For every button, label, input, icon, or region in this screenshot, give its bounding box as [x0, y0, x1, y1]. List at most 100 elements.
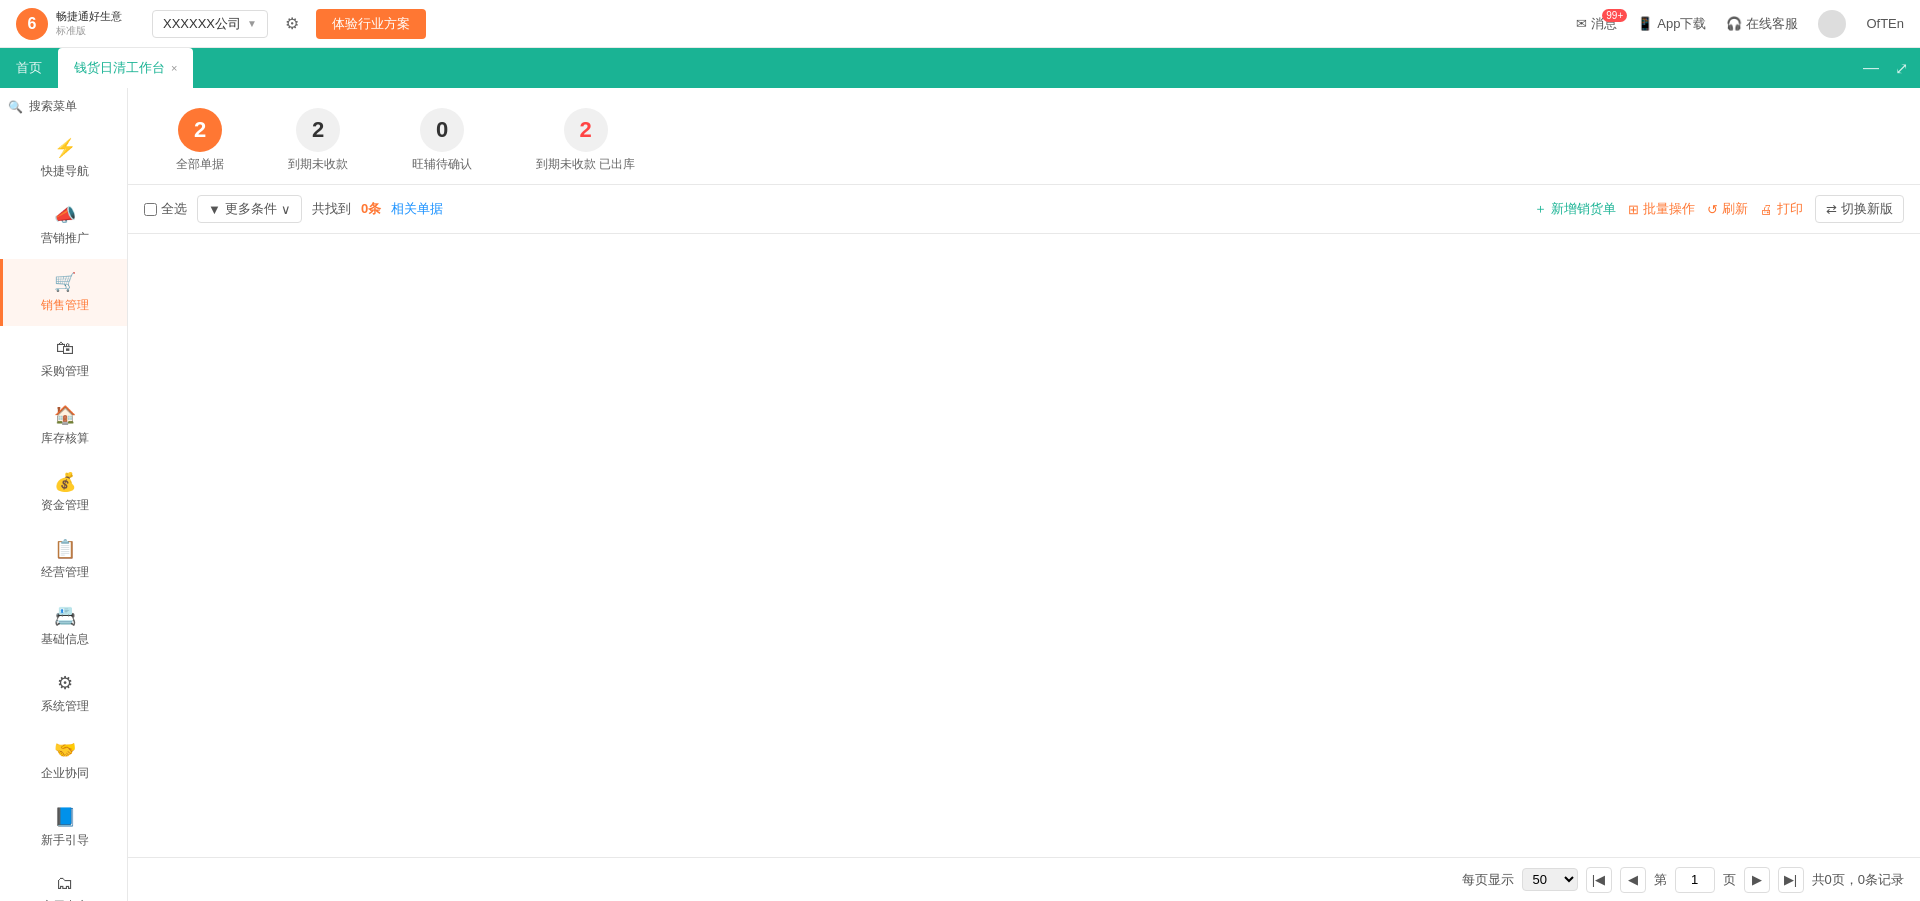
filter-chevron: ∨ [281, 202, 291, 217]
basic-info-icon: 📇 [54, 605, 76, 627]
sidebar-label-inventory: 库存核算 [41, 430, 89, 447]
switch-version-btn[interactable]: ⇄ 切换新版 [1815, 195, 1904, 223]
finance-icon: 💰 [54, 471, 76, 493]
logo-version: 标准版 [56, 24, 122, 38]
minimize-tab-btn[interactable]: — [1859, 55, 1883, 81]
first-page-btn[interactable]: |◀ [1586, 867, 1612, 893]
sidebar-item-finance[interactable]: 💰 资金管理 [0, 459, 127, 526]
avatar[interactable] [1818, 10, 1846, 38]
sidebar-item-enterprise[interactable]: 🤝 企业协同 [0, 727, 127, 794]
nav-tabs: 首页 钱货日清工作台 × — ⤢ [0, 48, 1920, 88]
table-area [128, 234, 1920, 857]
next-page-btn[interactable]: ▶ [1744, 867, 1770, 893]
top-header: 6 畅捷通好生意 标准版 XXXXXX公司 ▼ ⚙ 体验行业方案 ✉ 消息 99… [0, 0, 1920, 48]
online-service-btn[interactable]: 🎧 在线客服 [1726, 15, 1798, 33]
select-all-input[interactable] [144, 203, 157, 216]
stat-tab-all[interactable]: 2 全部单据 [144, 100, 256, 184]
found-suffix[interactable]: 相关单据 [391, 200, 443, 218]
sidebar-item-app-center[interactable]: 🗂 应用中心 [0, 861, 127, 901]
switch-label: 切换新版 [1841, 200, 1893, 218]
add-btn-label: 新增销货单 [1551, 200, 1616, 218]
sidebar-label-guide: 新手引导 [41, 832, 89, 849]
refresh-btn[interactable]: ↺ 刷新 [1707, 200, 1748, 218]
sidebar-label-enterprise: 企业协同 [41, 765, 89, 782]
inventory-icon: 🏠 [54, 404, 76, 426]
chevron-down-icon: ▼ [247, 18, 257, 29]
stat-label-all: 全部单据 [176, 156, 224, 173]
select-all-checkbox[interactable]: 全选 [144, 200, 187, 218]
expand-tab-btn[interactable]: ⤢ [1891, 55, 1912, 82]
filter-button[interactable]: ▼ 更多条件 ∨ [197, 195, 302, 223]
sidebar-label-finance: 资金管理 [41, 497, 89, 514]
found-prefix: 共找到 [312, 200, 351, 218]
page-number-input[interactable] [1675, 867, 1715, 893]
online-service-label: 在线客服 [1746, 15, 1798, 33]
sidebar-item-sales[interactable]: 🛒 销售管理 [0, 259, 127, 326]
sales-icon: 🛒 [54, 271, 76, 293]
toolbar-right: ＋ 新增销货单 ⊞ 批量操作 ↺ 刷新 🖨 打印 ⇄ 切换新版 [1534, 195, 1904, 223]
pagination: 每页显示 50 100 200 |◀ ◀ 第 页 ▶ ▶| 共0页，0条记录 [128, 857, 1920, 901]
stat-label-pending: 旺辅待确认 [412, 156, 472, 173]
prev-page-btn[interactable]: ◀ [1620, 867, 1646, 893]
tab-daily-work[interactable]: 钱货日清工作台 × [58, 48, 193, 88]
system-icon: ⚙ [57, 672, 73, 694]
stat-tab-pending[interactable]: 0 旺辅待确认 [380, 100, 504, 184]
logo-area: 6 畅捷通好生意 标准版 [16, 8, 144, 40]
refresh-label: 刷新 [1722, 200, 1748, 218]
stat-tab-overdue[interactable]: 2 到期未收款 [256, 100, 380, 184]
sidebar-item-inventory[interactable]: 🏠 库存核算 [0, 392, 127, 459]
add-icon: ＋ [1534, 200, 1547, 218]
sidebar-item-marketing[interactable]: 📣 营销推广 [0, 192, 127, 259]
stat-num-overdue: 2 [296, 108, 340, 152]
company-selector[interactable]: XXXXXX公司 ▼ [152, 10, 268, 38]
marketing-icon: 📣 [54, 204, 76, 226]
tabs-actions: — ⤢ [1859, 55, 1920, 82]
toolbar: 全选 ▼ 更多条件 ∨ 共找到 0条 相关单据 ＋ 新增销货单 ⊞ 批量操作 [128, 185, 1920, 234]
stat-num-pending: 0 [420, 108, 464, 152]
print-icon: 🖨 [1760, 202, 1773, 217]
sidebar-label-purchase: 采购管理 [41, 363, 89, 380]
app-center-icon: 🗂 [56, 873, 74, 894]
search-icon: 🔍 [8, 100, 23, 114]
main-layout: 🔍 搜索菜单 ⚡ 快捷导航 📣 营销推广 🛒 销售管理 🛍 采购管理 🏠 库存核… [0, 88, 1920, 901]
stat-num-overdue-shipped: 2 [564, 108, 608, 152]
sidebar-label-basic-info: 基础信息 [41, 631, 89, 648]
print-label: 打印 [1777, 200, 1803, 218]
tab-home-label: 首页 [16, 59, 42, 77]
sidebar-item-system[interactable]: ⚙ 系统管理 [0, 660, 127, 727]
page-label: 第 [1654, 871, 1667, 889]
sidebar-label-quick-nav: 快捷导航 [41, 163, 89, 180]
sidebar-item-basic-info[interactable]: 📇 基础信息 [0, 593, 127, 660]
sidebar-item-operations[interactable]: 📋 经营管理 [0, 526, 127, 593]
experience-button[interactable]: 体验行业方案 [316, 9, 426, 39]
logo-brand: 畅捷通好生意 [56, 9, 122, 23]
stat-num-all: 2 [178, 108, 222, 152]
sidebar-search[interactable]: 🔍 搜索菜单 [0, 88, 127, 125]
close-tab-icon[interactable]: × [171, 62, 177, 74]
print-btn[interactable]: 🖨 打印 [1760, 200, 1803, 218]
tab-home[interactable]: 首页 [0, 48, 58, 88]
stat-tab-overdue-shipped[interactable]: 2 到期未收款 已出库 [504, 100, 667, 184]
sidebar-item-guide[interactable]: 📘 新手引导 [0, 794, 127, 861]
add-sale-order-btn[interactable]: ＋ 新增销货单 [1534, 200, 1616, 218]
sidebar: 🔍 搜索菜单 ⚡ 快捷导航 📣 营销推广 🛒 销售管理 🛍 采购管理 🏠 库存核… [0, 88, 128, 901]
batch-operation-btn[interactable]: ⊞ 批量操作 [1628, 200, 1695, 218]
content-area: 2 全部单据 2 到期未收款 0 旺辅待确认 2 到期未收款 已出库 全选 [128, 88, 1920, 901]
sidebar-search-label: 搜索菜单 [29, 98, 77, 115]
sidebar-item-quick-nav[interactable]: ⚡ 快捷导航 [0, 125, 127, 192]
switch-icon: ⇄ [1826, 202, 1837, 217]
stat-label-overdue: 到期未收款 [288, 156, 348, 173]
phone-icon: 📱 [1637, 16, 1653, 31]
filter-icon: ▼ [208, 202, 221, 217]
per-page-select[interactable]: 50 100 200 [1522, 868, 1578, 891]
sidebar-item-purchase[interactable]: 🛍 采购管理 [0, 326, 127, 392]
enterprise-icon: 🤝 [54, 739, 76, 761]
app-download-btn[interactable]: 📱 App下载 [1637, 15, 1706, 33]
message-icon: ✉ [1576, 16, 1587, 31]
per-page-label: 每页显示 [1462, 871, 1514, 889]
message-btn[interactable]: ✉ 消息 99+ [1576, 15, 1617, 33]
guide-icon: 📘 [54, 806, 76, 828]
settings-icon[interactable]: ⚙ [276, 8, 308, 40]
last-page-btn[interactable]: ▶| [1778, 867, 1804, 893]
batch-icon: ⊞ [1628, 202, 1639, 217]
